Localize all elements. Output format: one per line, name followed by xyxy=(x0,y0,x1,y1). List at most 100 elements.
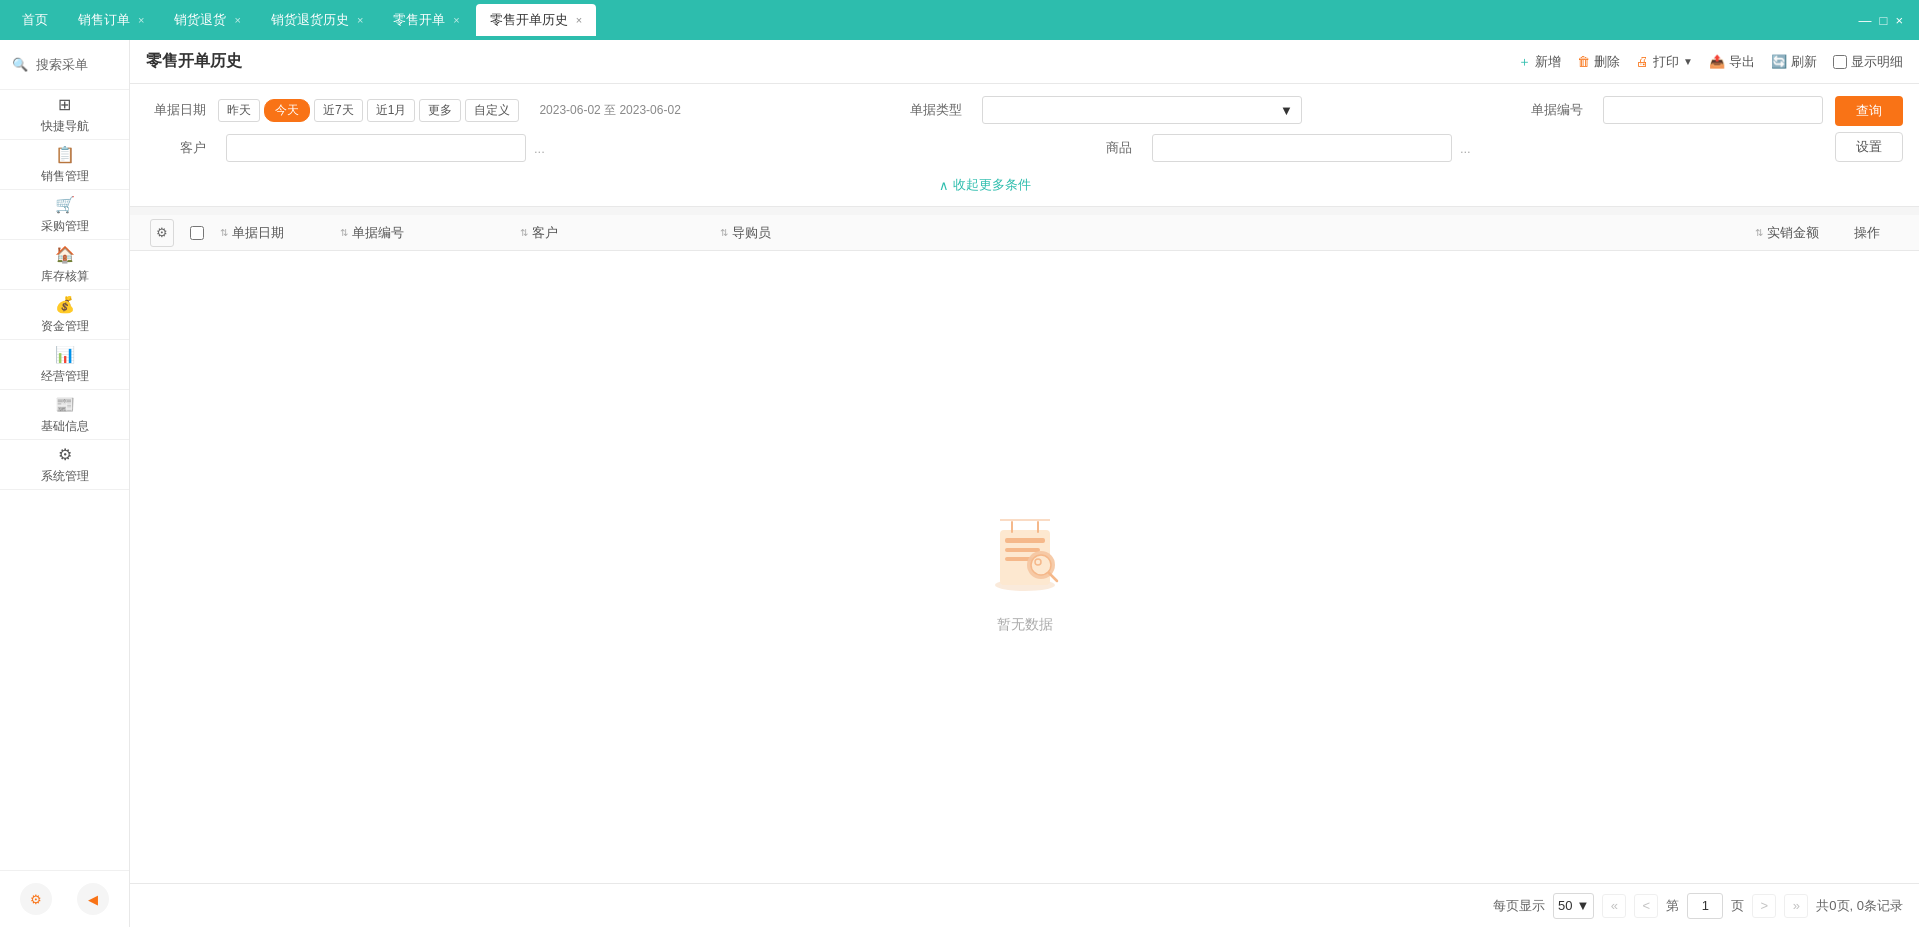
tab-home[interactable]: 首页 xyxy=(8,4,62,36)
sidebar-item-quick-nav[interactable]: ⊞ 快捷导航 xyxy=(0,90,129,140)
query-button[interactable]: 查询 xyxy=(1835,96,1903,126)
tab-retail-open-close[interactable]: × xyxy=(453,14,459,26)
table-header: ⚙ ⇅ 单据日期 ⇅ 单据编号 ⇅ 客户 ⇅ xyxy=(130,215,1919,251)
date-btn-custom[interactable]: 自定义 xyxy=(465,99,519,122)
doc-type-select[interactable]: ▼ xyxy=(982,96,1302,124)
page-size-value: 50 xyxy=(1558,898,1572,913)
th-sort-guide-icon[interactable]: ⇅ xyxy=(720,227,728,238)
print-dropdown-icon: ▼ xyxy=(1683,56,1693,67)
sidebar-item-base-info[interactable]: 📰 基础信息 xyxy=(0,390,129,440)
date-btn-yesterday[interactable]: 昨天 xyxy=(218,99,260,122)
content-area: 零售开单历史 ＋ 新增 🗑 删除 🖨 打印 ▼ 📤 导出 xyxy=(130,40,1919,927)
base-info-icon: 📰 xyxy=(55,395,75,414)
window-close[interactable]: × xyxy=(1895,13,1903,28)
th-check xyxy=(182,225,212,241)
collapse-label: 收起更多条件 xyxy=(953,176,1031,194)
first-page-btn[interactable]: « xyxy=(1602,894,1626,918)
date-btn-today[interactable]: 今天 xyxy=(264,99,310,122)
sidebar-bottom: ⚙ ◀ xyxy=(0,870,129,927)
collapse-row: ∧ 收起更多条件 xyxy=(146,172,1823,194)
th-sort-customer-icon[interactable]: ⇅ xyxy=(520,227,528,238)
top-tabbar: 首页 销售订单 × 销货退货 × 销货退货历史 × 零售开单 × 零售开单历史 … xyxy=(0,0,1919,40)
tab-retail-open-history-close[interactable]: × xyxy=(576,14,582,26)
table-container: ⚙ ⇅ 单据日期 ⇅ 单据编号 ⇅ 客户 ⇅ xyxy=(130,215,1919,883)
window-minimize[interactable]: — xyxy=(1859,13,1872,28)
refresh-button[interactable]: 🔄 刷新 xyxy=(1771,53,1817,71)
sidebar-item-sales-mgmt[interactable]: 📋 销售管理 xyxy=(0,140,129,190)
window-maximize[interactable]: □ xyxy=(1880,13,1888,28)
sidebar-search[interactable]: 🔍 搜索采单 xyxy=(0,40,129,90)
goods-ellipsis: ... xyxy=(1460,141,1471,156)
tab-sales-return-history-close[interactable]: × xyxy=(357,14,363,26)
date-label: 单据日期 xyxy=(146,101,206,119)
date-btn-7days[interactable]: 近7天 xyxy=(314,99,363,122)
tab-list: 首页 销售订单 × 销货退货 × 销货退货历史 × 零售开单 × 零售开单历史 … xyxy=(8,4,596,36)
page-size-dropdown-icon: ▼ xyxy=(1576,898,1589,913)
header-actions: ＋ 新增 🗑 删除 🖨 打印 ▼ 📤 导出 🔄 xyxy=(1518,53,1903,71)
page-word: 第 xyxy=(1666,897,1679,915)
next-page-btn[interactable]: > xyxy=(1752,894,1776,918)
refresh-icon: 🔄 xyxy=(1771,54,1787,69)
settings-button[interactable]: 设置 xyxy=(1835,132,1903,162)
delete-icon: 🗑 xyxy=(1577,54,1590,69)
checkbox-all[interactable] xyxy=(190,225,204,241)
table-settings-icon-btn[interactable]: ⚙ xyxy=(150,219,174,247)
print-button[interactable]: 🖨 打印 ▼ xyxy=(1636,53,1693,71)
refresh-label: 刷新 xyxy=(1791,53,1817,71)
collapse-btn[interactable]: ∧ 收起更多条件 xyxy=(939,176,1031,194)
display-toggle[interactable]: 显示明细 xyxy=(1833,53,1903,71)
sidebar-item-inventory-label: 库存核算 xyxy=(41,268,89,285)
doc-type-dropdown-icon: ▼ xyxy=(1280,103,1293,118)
collapse-up-icon: ∧ xyxy=(939,178,949,193)
sidebar-item-operations-label: 经营管理 xyxy=(41,368,89,385)
page-size-select[interactable]: 50 ▼ xyxy=(1553,893,1594,919)
inventory-icon: 🏠 xyxy=(55,245,75,264)
th-sort-date-icon[interactable]: ⇅ xyxy=(220,227,228,238)
doc-number-input[interactable] xyxy=(1603,96,1823,124)
customer-input[interactable] xyxy=(226,134,526,162)
empty-text: 暂无数据 xyxy=(997,616,1053,634)
finance-icon: 💰 xyxy=(55,295,75,314)
svg-point-6 xyxy=(1031,555,1051,575)
last-page-btn[interactable]: » xyxy=(1784,894,1808,918)
first-page-icon: « xyxy=(1611,898,1618,913)
sidebar-collapse-btn[interactable]: ◀ xyxy=(77,883,109,915)
customer-label: 客户 xyxy=(146,139,206,157)
tab-sales-return-close[interactable]: × xyxy=(234,14,240,26)
th-sort-number-icon[interactable]: ⇅ xyxy=(340,227,348,238)
empty-state: 暂无数据 xyxy=(130,251,1919,883)
tab-sales-return[interactable]: 销货退货 × xyxy=(160,4,254,36)
sidebar-item-inventory[interactable]: 🏠 库存核算 xyxy=(0,240,129,290)
svg-rect-3 xyxy=(1005,548,1040,552)
th-sort-amount-icon[interactable]: ⇅ xyxy=(1755,227,1763,238)
tab-sales-order-close[interactable]: × xyxy=(138,14,144,26)
date-btn-more[interactable]: 更多 xyxy=(419,99,461,122)
total-info: 共0页, 0条记录 xyxy=(1816,897,1903,915)
display-checkbox[interactable] xyxy=(1833,55,1847,69)
sidebar-item-purchase-mgmt[interactable]: 🛒 采购管理 xyxy=(0,190,129,240)
add-button[interactable]: ＋ 新增 xyxy=(1518,53,1561,71)
sidebar-item-finance[interactable]: 💰 资金管理 xyxy=(0,290,129,340)
sidebar-item-sys-mgmt[interactable]: ⚙ 系统管理 xyxy=(0,440,129,490)
tab-retail-open-history[interactable]: 零售开单历史 × xyxy=(476,4,596,36)
sidebar-item-operations[interactable]: 📊 经营管理 xyxy=(0,340,129,390)
date-btn-1month[interactable]: 近1月 xyxy=(367,99,416,122)
date-range-text: 2023-06-02 至 2023-06-02 xyxy=(539,102,680,119)
sidebar-settings-btn[interactable]: ⚙ xyxy=(20,883,52,915)
page-number-input[interactable] xyxy=(1687,893,1723,919)
goods-input[interactable] xyxy=(1152,134,1452,162)
sidebar-item-purchase-mgmt-label: 采购管理 xyxy=(41,218,89,235)
tab-retail-open[interactable]: 零售开单 × xyxy=(379,4,473,36)
sidebar-item-sales-mgmt-label: 销售管理 xyxy=(41,168,89,185)
th-action: 操作 xyxy=(1827,224,1907,242)
th-date: ⇅ 单据日期 xyxy=(212,224,332,242)
prev-page-btn[interactable]: < xyxy=(1634,894,1658,918)
th-action-label: 操作 xyxy=(1854,224,1880,242)
export-button[interactable]: 📤 导出 xyxy=(1709,53,1755,71)
page-unit: 页 xyxy=(1731,897,1744,915)
tab-sales-return-history[interactable]: 销货退货历史 × xyxy=(257,4,377,36)
tab-sales-order[interactable]: 销售订单 × xyxy=(64,4,158,36)
doc-type-label: 单据类型 xyxy=(902,101,962,119)
th-customer: ⇅ 客户 xyxy=(512,224,712,242)
delete-button[interactable]: 🗑 删除 xyxy=(1577,53,1620,71)
